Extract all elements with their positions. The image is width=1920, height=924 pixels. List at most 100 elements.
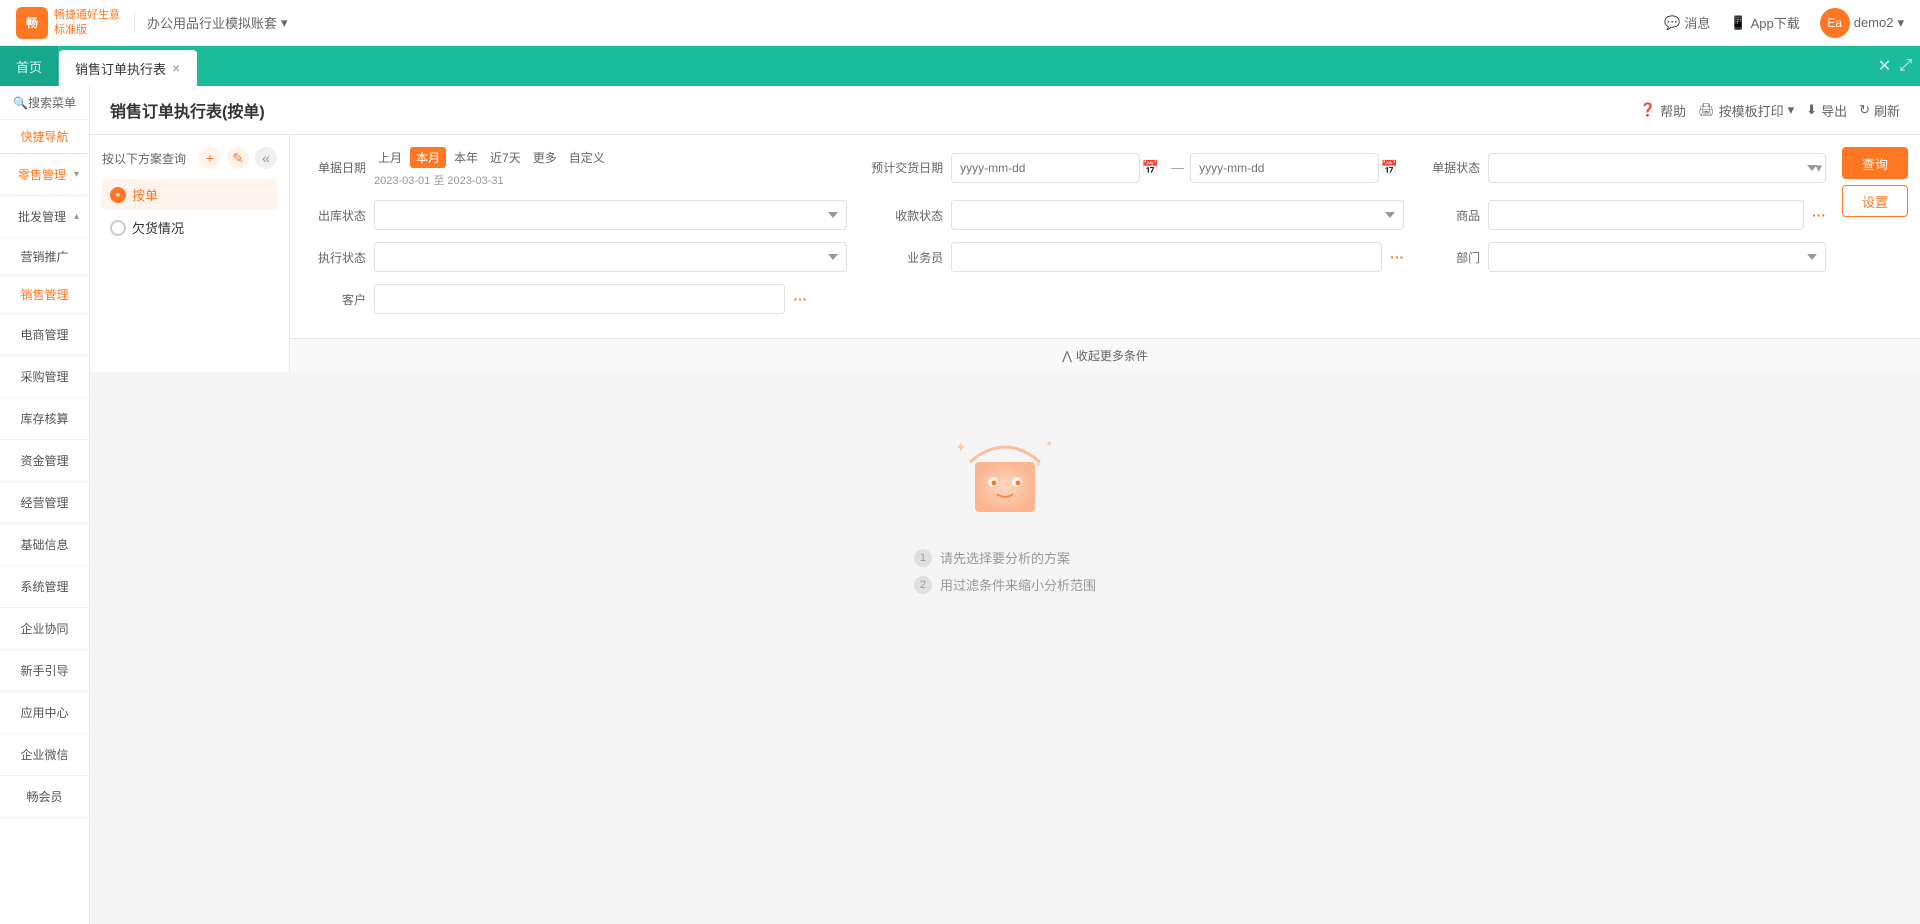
date-tab-this-month[interactable]: 本月 bbox=[410, 147, 446, 168]
date-tab-custom[interactable]: 自定义 bbox=[565, 147, 609, 168]
filter-field-customer: 客户 ··· bbox=[306, 284, 807, 314]
sidebar-item-search[interactable]: 🔍 搜索菜单 bbox=[0, 86, 89, 120]
bill-date-label: 单据日期 bbox=[306, 159, 366, 176]
sidebar-item-finance[interactable]: 资金管理 bbox=[0, 440, 89, 482]
chevron-down-icon: ▾ bbox=[281, 15, 288, 31]
exec-status-select[interactable] bbox=[374, 242, 847, 272]
sidebar-item-quicknav[interactable]: 快捷导航 bbox=[0, 120, 89, 154]
sidebar-item-basic[interactable]: 基础信息 bbox=[0, 524, 89, 566]
expected-date-end-wrap: 📅 bbox=[1190, 153, 1404, 183]
scheme-item-anshan[interactable]: ● 按单 bbox=[102, 179, 277, 210]
expected-date-start[interactable] bbox=[951, 153, 1140, 183]
scheme-panel-header: 按以下方案查询 + ✎ « bbox=[102, 147, 277, 169]
customer-input[interactable] bbox=[374, 284, 785, 314]
query-button[interactable]: 查询 bbox=[1842, 147, 1908, 179]
date-tab-this-year[interactable]: 本年 bbox=[450, 147, 482, 168]
sidebar-item-appcenter[interactable]: 应用中心 bbox=[0, 692, 89, 734]
chevron-icon: ▴ bbox=[74, 211, 79, 222]
sidebar-item-inventory[interactable]: 库存核算 bbox=[0, 398, 89, 440]
collect-status-label: 收款状态 bbox=[863, 207, 943, 224]
top-bar-right: 💬 消息 📱 App下载 Ea demo2 ▾ bbox=[1664, 8, 1904, 38]
close-window-button[interactable]: ✕ bbox=[1878, 56, 1891, 76]
settings-button[interactable]: 设置 bbox=[1842, 185, 1908, 217]
chevron-down-icon: ▾ bbox=[1788, 102, 1795, 118]
date-tab-last-month[interactable]: 上月 bbox=[374, 147, 406, 168]
page-header: 销售订单执行表(按单) ❓ 帮助 🖨 按模板打印 ▾ ⬇ 导出 bbox=[90, 86, 1920, 135]
message-button[interactable]: 💬 消息 bbox=[1664, 13, 1710, 32]
goods-label: 商品 bbox=[1420, 207, 1480, 224]
sidebar-item-member[interactable]: 畅会员 bbox=[0, 776, 89, 818]
sidebar-item-retail[interactable]: 零售管理 ▾ bbox=[0, 154, 89, 196]
refresh-button[interactable]: ↻ 刷新 bbox=[1859, 101, 1900, 120]
search-icon: 🔍 bbox=[13, 96, 28, 110]
filter-container: 按以下方案查询 + ✎ « bbox=[90, 135, 1920, 372]
print-button[interactable]: 🖨 按模板打印 ▾ bbox=[1698, 101, 1794, 120]
expected-date-start-wrap: 📅 bbox=[951, 153, 1165, 183]
collapse-icon: ⋀ bbox=[1062, 349, 1072, 363]
sidebar-item-ops[interactable]: 经营管理 bbox=[0, 482, 89, 524]
filter-field-execstatus: 执行状态 bbox=[306, 242, 847, 272]
collapse-filter-button[interactable]: ⋀ 收起更多条件 bbox=[290, 338, 1920, 372]
collapse-scheme-button[interactable]: « bbox=[255, 147, 277, 169]
sidebar-item-corpwechat[interactable]: 企业微信 bbox=[0, 734, 89, 776]
bill-date-content: 上月 本月 本年 近7天 更多 自定义 2023-03-01 至 2023-03… bbox=[374, 147, 847, 188]
out-status-select-wrap bbox=[374, 200, 847, 230]
sidebar-item-marketing[interactable]: 营销推广 bbox=[0, 238, 89, 276]
salesperson-label: 业务员 bbox=[863, 249, 943, 266]
filter-field-billstatus: 单据状态 ▾ bbox=[1420, 153, 1826, 183]
page-selector[interactable]: 办公用品行业模拟账套 ▾ bbox=[134, 13, 288, 32]
goods-more-button[interactable]: ··· bbox=[1812, 207, 1826, 223]
filter-field-goods: 商品 ··· bbox=[1420, 200, 1826, 230]
filter-field-collectstatus: 收款状态 bbox=[863, 200, 1404, 230]
help-button[interactable]: ❓ 帮助 bbox=[1640, 101, 1686, 120]
sidebar-item-corp[interactable]: 企业协同 bbox=[0, 608, 89, 650]
bill-status-select[interactable] bbox=[1488, 153, 1826, 183]
app-download-button[interactable]: 📱 App下载 bbox=[1730, 13, 1799, 32]
svg-text:畅: 畅 bbox=[26, 15, 38, 30]
empty-tip-1: 1 请先选择要分析的方案 bbox=[914, 548, 1096, 567]
filter-field-outstatus: 出库状态 bbox=[306, 200, 847, 230]
sidebar-item-purchase[interactable]: 采购管理 bbox=[0, 356, 89, 398]
query-btn-area: 查询 设置 bbox=[1842, 135, 1920, 217]
date-tab-more[interactable]: 更多 bbox=[529, 147, 561, 168]
sidebar: 🔍 搜索菜单 快捷导航 零售管理 ▾ 批发管理 ▴ 营销推广 销售管理 电商管理 bbox=[0, 86, 90, 924]
salesperson-more-button[interactable]: ··· bbox=[1390, 249, 1404, 265]
filter-field-expecteddate: 预计交货日期 📅 — bbox=[863, 153, 1404, 183]
calendar-icon[interactable]: 📅 bbox=[1381, 159, 1398, 176]
sidebar-item-wholesale[interactable]: 批发管理 ▴ bbox=[0, 196, 89, 238]
customer-more-button[interactable]: ··· bbox=[793, 291, 807, 307]
page-title: 销售订单执行表(按单) bbox=[110, 98, 265, 122]
empty-tips: 1 请先选择要分析的方案 2 用过滤条件来缩小分析范围 bbox=[914, 548, 1096, 594]
user-menu[interactable]: Ea demo2 ▾ bbox=[1820, 8, 1904, 38]
edit-scheme-button[interactable]: ✎ bbox=[227, 147, 249, 169]
sidebar-item-system[interactable]: 系统管理 bbox=[0, 566, 89, 608]
export-button[interactable]: ⬇ 导出 bbox=[1806, 101, 1847, 120]
scheme-item-qiankuan[interactable]: 欠货情况 bbox=[102, 212, 277, 243]
calendar-icon[interactable]: 📅 bbox=[1142, 159, 1159, 176]
print-icon: 🖨 bbox=[1698, 102, 1715, 118]
tab-home[interactable]: 首页 bbox=[0, 46, 59, 86]
filter-row-4: 客户 ··· bbox=[306, 284, 1826, 314]
scheme-panel-icons: + ✎ « bbox=[199, 147, 277, 169]
tab-bar: 首页 销售订单执行表 × ✕ ⤢ bbox=[0, 46, 1920, 86]
goods-input[interactable] bbox=[1488, 200, 1804, 230]
sidebar-item-newbie[interactable]: 新手引导 bbox=[0, 650, 89, 692]
expected-date-end[interactable] bbox=[1190, 153, 1379, 183]
svg-text:✦: ✦ bbox=[1045, 439, 1053, 450]
collect-status-select-wrap bbox=[951, 200, 1404, 230]
close-icon[interactable]: × bbox=[172, 60, 180, 76]
collect-status-select[interactable] bbox=[951, 200, 1404, 230]
date-tab-7days[interactable]: 近7天 bbox=[486, 147, 525, 168]
help-icon: ❓ bbox=[1640, 102, 1656, 118]
exec-status-label: 执行状态 bbox=[306, 249, 366, 266]
add-scheme-button[interactable]: + bbox=[199, 147, 221, 169]
out-status-select[interactable] bbox=[374, 200, 847, 230]
salesperson-input[interactable] bbox=[951, 242, 1382, 272]
header-actions: ❓ 帮助 🖨 按模板打印 ▾ ⬇ 导出 ↻ 刷新 bbox=[1640, 101, 1900, 120]
maximize-button[interactable]: ⤢ bbox=[1899, 57, 1912, 75]
dept-select[interactable] bbox=[1488, 242, 1826, 272]
sidebar-item-ecom[interactable]: 电商管理 bbox=[0, 314, 89, 356]
out-status-label: 出库状态 bbox=[306, 207, 366, 224]
tab-sales-order[interactable]: 销售订单执行表 × bbox=[59, 50, 197, 86]
sidebar-item-sales[interactable]: 销售管理 bbox=[0, 276, 89, 314]
